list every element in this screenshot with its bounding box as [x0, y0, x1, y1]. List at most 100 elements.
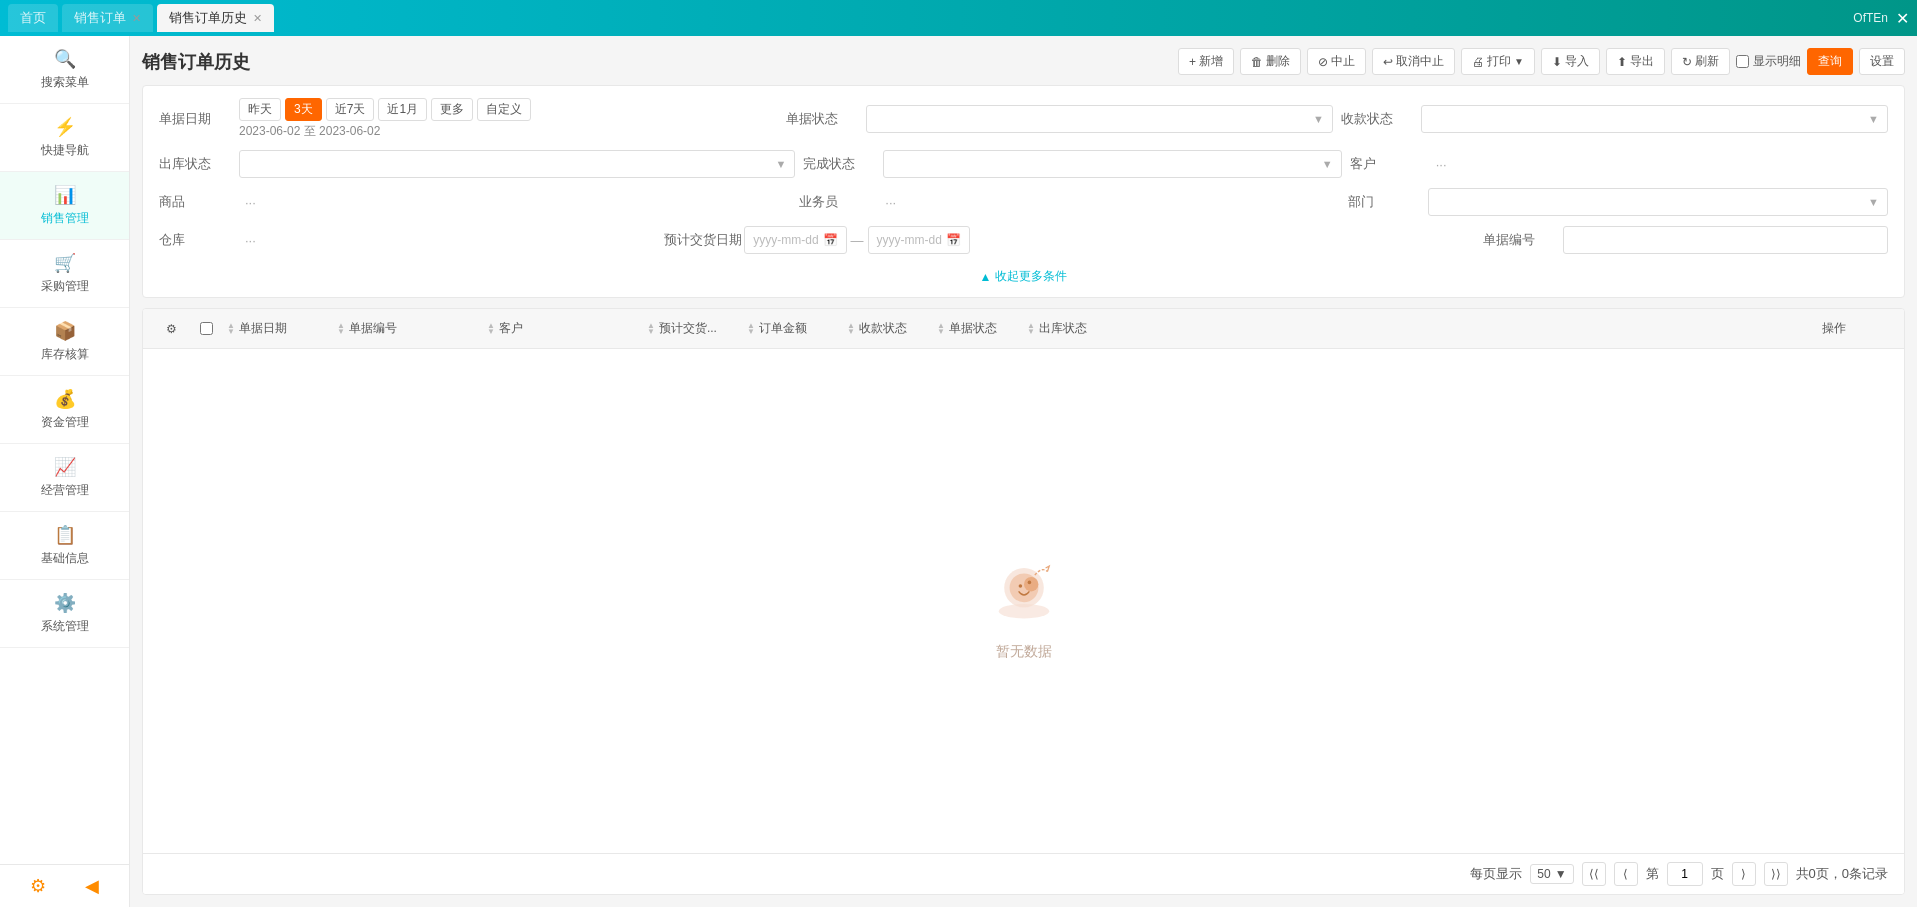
th-pay-status[interactable]: ▲▼ 收款状态: [841, 320, 931, 337]
sidebar-item-purchase-mgmt[interactable]: 🛒 采购管理: [0, 240, 129, 308]
top-bar: 首页 销售订单 ✕ 销售订单历史 ✕ OfTEn ✕: [0, 0, 1917, 36]
date-btn-yesterday[interactable]: 昨天: [239, 98, 281, 121]
th-check[interactable]: [191, 322, 221, 335]
sidebar-item-inventory[interactable]: 📦 库存核算: [0, 308, 129, 376]
salesperson-cell: 业务员 ···: [799, 193, 1339, 211]
delivery-sort-icons: ▲▼: [647, 323, 655, 334]
import-button[interactable]: ⬇ 导入: [1541, 48, 1600, 75]
page-size-select[interactable]: 50 ▼: [1530, 864, 1573, 884]
date-btn-7days[interactable]: 近7天: [326, 98, 375, 121]
order-no-input[interactable]: [1563, 226, 1888, 254]
dept-select[interactable]: ▼: [1428, 188, 1888, 216]
search-menu-icon: 🔍: [54, 48, 76, 70]
sidebar-item-sys-mgmt[interactable]: ⚙️ 系统管理: [0, 580, 129, 648]
tab-home[interactable]: 首页: [8, 4, 58, 32]
th-out-status[interactable]: ▲▼ 出库状态: [1021, 320, 1816, 337]
page-number-input[interactable]: [1667, 862, 1703, 886]
date-label: 单据日期: [159, 110, 239, 128]
th-customer-label: 客户: [499, 320, 523, 337]
th-order-status-label: 单据状态: [949, 320, 997, 337]
th-pay-status-label: 收款状态: [859, 320, 907, 337]
add-icon: +: [1189, 55, 1196, 69]
delete-button[interactable]: 🗑 删除: [1240, 48, 1301, 75]
collapse-more[interactable]: ▲ 收起更多条件: [159, 264, 1888, 285]
complete-status-select[interactable]: ▼: [883, 150, 1341, 178]
empty-illustration: [979, 541, 1069, 631]
sys-mgmt-icon: ⚙️: [54, 592, 76, 614]
th-settings[interactable]: ⚙: [151, 322, 191, 336]
product-dots[interactable]: ···: [239, 195, 791, 210]
sidebar-item-finance[interactable]: 💰 资金管理: [0, 376, 129, 444]
top-close-icon[interactable]: ✕: [1896, 9, 1909, 28]
th-customer[interactable]: ▲▼ 客户: [481, 320, 641, 337]
delivery-date-cell: 预计交货日期 yyyy-mm-dd 📅 — yyyy-mm-dd 📅: [664, 226, 1475, 254]
date-btn-1month[interactable]: 近1月: [378, 98, 427, 121]
no-sort-icons: ▲▼: [337, 323, 345, 334]
query-button[interactable]: 查询: [1807, 48, 1853, 75]
order-status-chevron: ▼: [1313, 113, 1324, 125]
date-btn-more[interactable]: 更多: [431, 98, 473, 121]
print-label: 打印: [1487, 53, 1511, 70]
th-delivery[interactable]: ▲▼ 预计交货...: [641, 320, 741, 337]
sidebar-item-sales-mgmt[interactable]: 📊 销售管理: [0, 172, 129, 240]
warehouse-dots[interactable]: ···: [239, 233, 656, 248]
filter-row-2: 出库状态 ▼ 完成状态 ▼ 客户 ···: [159, 150, 1888, 178]
page-last-button[interactable]: ⟩⟩: [1764, 862, 1788, 886]
th-order-status[interactable]: ▲▼ 单据状态: [931, 320, 1021, 337]
settings-gear-icon[interactable]: ⚙: [166, 322, 177, 336]
sidebar-item-search-menu[interactable]: 🔍 搜索菜单: [0, 36, 129, 104]
sidebar-settings-icon[interactable]: ⚙: [30, 875, 46, 897]
customer-label: 客户: [1350, 155, 1430, 173]
dept-chevron: ▼: [1868, 196, 1879, 208]
complete-status-cell: 完成状态 ▼: [803, 150, 1341, 178]
amount-sort-icons: ▲▼: [747, 323, 755, 334]
filter-row-1: 单据日期 昨天 3天 近7天 近1月 更多 自定义 2023-06-02 至 2…: [159, 98, 1888, 140]
import-icon: ⬇: [1552, 55, 1562, 69]
sidebar-item-finance-label: 资金管理: [41, 414, 89, 431]
out-status-select[interactable]: ▼: [239, 150, 795, 178]
date-btn-custom[interactable]: 自定义: [477, 98, 531, 121]
customer-dots[interactable]: ···: [1430, 157, 1453, 172]
page-next-button[interactable]: ⟩: [1732, 862, 1756, 886]
sidebar-item-operations[interactable]: 📈 经营管理: [0, 444, 129, 512]
tab-sales-order-history-close[interactable]: ✕: [253, 12, 262, 25]
display-toggle-checkbox[interactable]: [1736, 55, 1749, 68]
order-status-select[interactable]: ▼: [866, 105, 1333, 133]
tab-sales-order-close[interactable]: ✕: [132, 12, 141, 25]
page-label-suffix: 页: [1711, 865, 1724, 883]
date-btn-3days[interactable]: 3天: [285, 98, 322, 121]
quick-nav-icon: ⚡: [54, 116, 76, 138]
order-no-label: 单据编号: [1483, 231, 1563, 249]
out-status-label: 出库状态: [159, 155, 239, 173]
settings-label: 设置: [1870, 53, 1894, 70]
delivery-date-start[interactable]: yyyy-mm-dd 📅: [744, 226, 846, 254]
refresh-button[interactable]: ↻ 刷新: [1671, 48, 1730, 75]
out-status-chevron: ▼: [775, 158, 786, 170]
tab-sales-order[interactable]: 销售订单 ✕: [62, 4, 153, 32]
settings-button[interactable]: 设置: [1859, 48, 1905, 75]
date-label-wrap: 昨天 3天 近7天 近1月 更多 自定义 2023-06-02 至 2023-0…: [239, 98, 531, 140]
sidebar-item-basic-info[interactable]: 📋 基础信息: [0, 512, 129, 580]
stop-button[interactable]: ⊘ 中止: [1307, 48, 1366, 75]
export-button[interactable]: ⬆ 导出: [1606, 48, 1665, 75]
sidebar-item-quick-nav[interactable]: ⚡ 快捷导航: [0, 104, 129, 172]
sidebar-collapse-icon[interactable]: ◀: [85, 875, 99, 897]
page-prev-button[interactable]: ⟨: [1614, 862, 1638, 886]
collapse-label: 收起更多条件: [995, 268, 1067, 285]
page-first-button[interactable]: ⟨⟨: [1582, 862, 1606, 886]
th-date[interactable]: ▲▼ 单据日期: [221, 320, 331, 337]
select-all-checkbox[interactable]: [200, 322, 213, 335]
salesperson-dots[interactable]: ···: [879, 195, 1339, 210]
th-no[interactable]: ▲▼ 单据编号: [331, 320, 481, 337]
sidebar: 🔍 搜索菜单 ⚡ 快捷导航 📊 销售管理 🛒 采购管理 📦 库存核算 💰 资金管…: [0, 36, 130, 907]
add-button[interactable]: + 新增: [1178, 48, 1234, 75]
delivery-date-end[interactable]: yyyy-mm-dd 📅: [868, 226, 970, 254]
print-button[interactable]: 🖨 打印 ▼: [1461, 48, 1535, 75]
th-amount[interactable]: ▲▼ 订单金额: [741, 320, 841, 337]
complete-status-label: 完成状态: [803, 155, 883, 173]
filter-row-4: 仓库 ··· 预计交货日期 yyyy-mm-dd 📅 — yyyy-mm-dd …: [159, 226, 1888, 254]
display-toggle[interactable]: 显示明细: [1736, 53, 1801, 70]
tab-sales-order-history[interactable]: 销售订单历史 ✕: [157, 4, 274, 32]
payment-status-select[interactable]: ▼: [1421, 105, 1888, 133]
cancel-stop-button[interactable]: ↩ 取消中止: [1372, 48, 1455, 75]
